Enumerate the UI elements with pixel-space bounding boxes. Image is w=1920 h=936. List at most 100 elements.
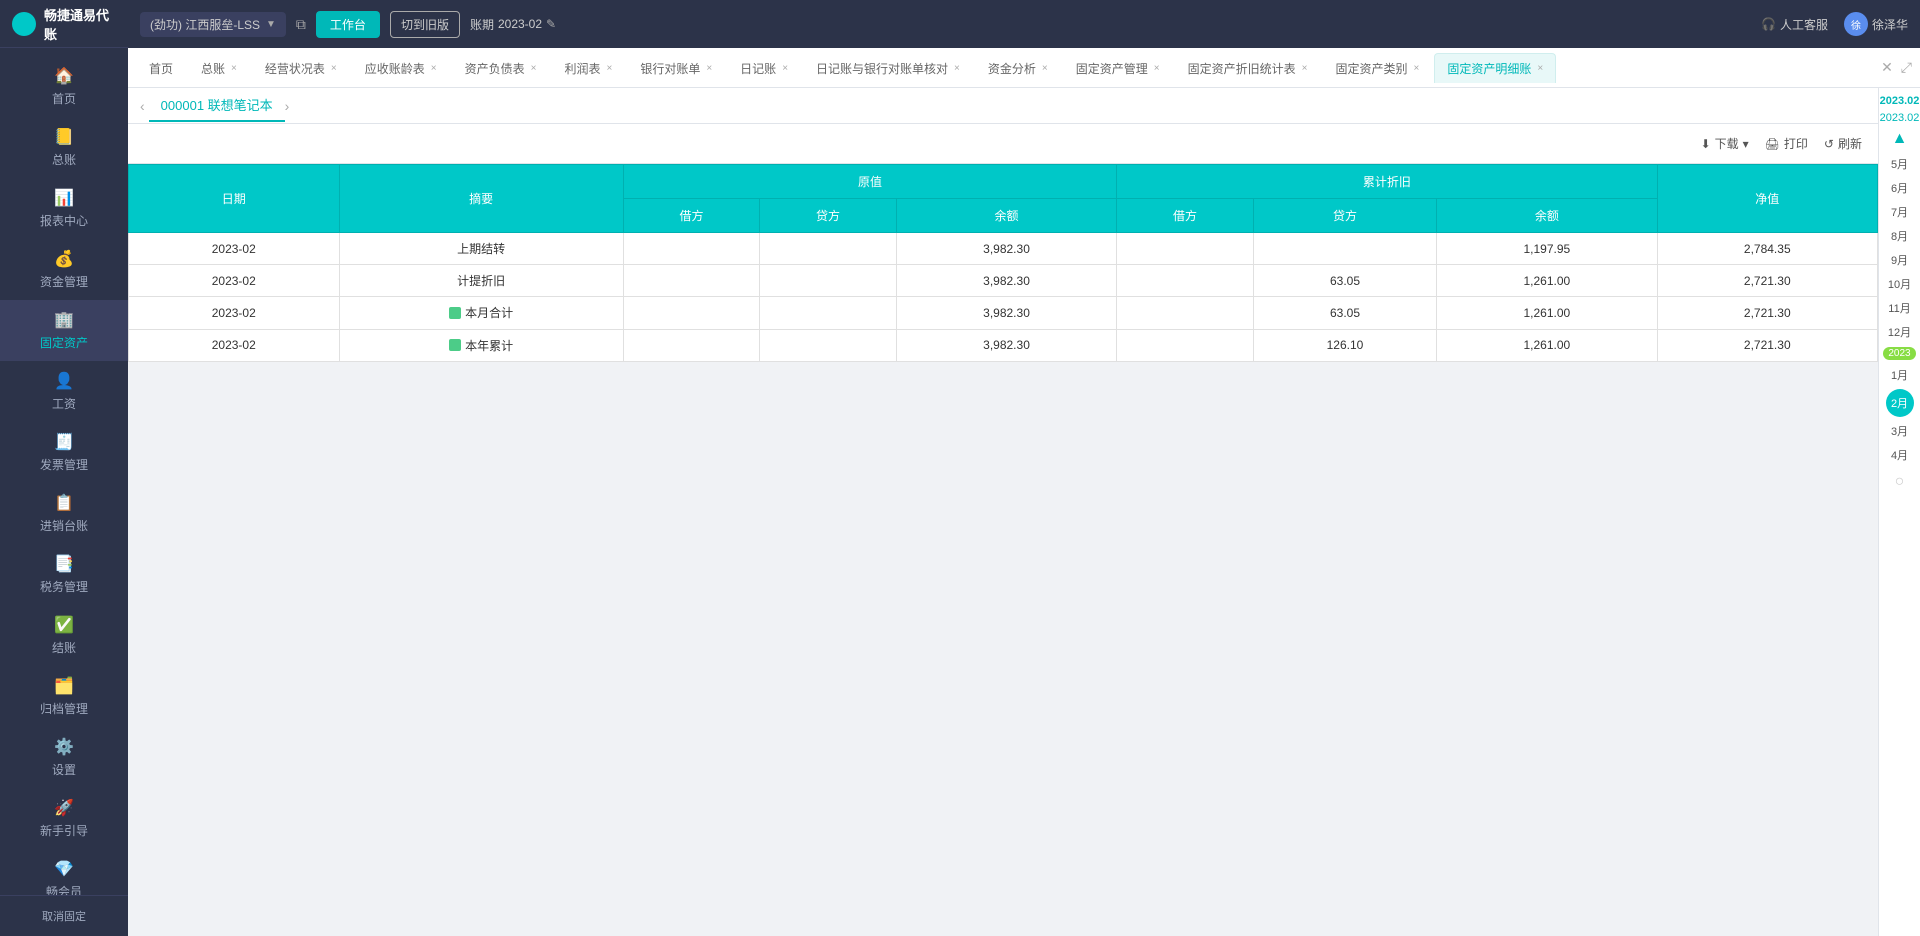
tab-ledger[interactable]: 总账 × [188,53,250,83]
data-table: 日期 摘要 原值 累计折旧 净值 借方 贷方 余额 借方 贷方 余额 [128,164,1878,362]
cell-net-value: 2,721.30 [1657,329,1877,362]
month-12[interactable]: 12月 [1884,320,1915,344]
year-tag-2023[interactable]: 2023 [1883,347,1915,360]
sidebar-item-label: 首页 [52,90,76,107]
sidebar-item-sales[interactable]: 📋 进销台账 [0,483,128,544]
cell-date: 2023-02 [129,265,340,297]
tab-ledger-close[interactable]: × [231,63,237,74]
sidebar-item-home[interactable]: 🏠 首页 [0,56,128,117]
tab-fixed-mgmt-close[interactable]: × [1154,63,1160,74]
sidebar-item-fixed-assets[interactable]: 🏢 固定资产 [0,300,128,361]
tab-operation-close[interactable]: × [331,63,337,74]
tab-fixed-depreciation[interactable]: 固定资产折旧统计表 × [1175,53,1321,83]
sidebar-item-archive[interactable]: 🗂️ 归档管理 [0,666,128,727]
service-button[interactable]: 🎧 人工客服 [1761,16,1828,33]
print-button[interactable]: 🖨 打印 [1765,135,1808,152]
tab-fixed-category-label: 固定资产类别 [1335,60,1407,77]
company-selector[interactable]: (劲功) 江西服垒-LSS ▼ [140,12,286,37]
up-arrow[interactable]: ▲ [1888,126,1912,152]
tab-fixed-mgmt[interactable]: 固定资产管理 × [1063,53,1173,83]
copy-icon[interactable]: ⧉ [296,16,306,33]
tab-fixed-category[interactable]: 固定资产类别 × [1322,53,1432,83]
tab-bank-statement-label: 银行对账单 [640,60,700,77]
tab-bank-statement[interactable]: 银行对账单 × [627,53,725,83]
tab-operation[interactable]: 经营状况表 × [252,53,350,83]
month-2-current[interactable]: 2月 [1886,389,1914,417]
tab-reconcile-close[interactable]: × [954,63,960,74]
sub-tab-asset[interactable]: 000001 联想笔记本 [149,89,285,122]
month-7[interactable]: 7月 [1887,200,1912,224]
sidebar-item-label: 工资 [52,395,76,412]
sidebar-item-finance[interactable]: 💰 资金管理 [0,239,128,300]
month-8[interactable]: 8月 [1887,224,1912,248]
scroll-down-button[interactable]: ○ [1889,467,1911,497]
tab-journal-label: 日记账 [740,60,776,77]
tab-fund-analysis[interactable]: 资金分析 × [975,53,1061,83]
sidebar-item-label: 归档管理 [40,700,88,717]
download-label: 下载 [1715,135,1739,152]
sidebar-item-settings[interactable]: ⚙️ 设置 [0,727,128,788]
tab-bank-close[interactable]: × [706,63,712,74]
tab-receivable-label: 应收账龄表 [365,60,425,77]
sub-tab-next[interactable]: › [285,98,290,114]
year-label-top[interactable]: 2023.02 [1880,92,1920,110]
sub-tabbar: ‹ 000001 联想笔记本 › [128,88,1878,124]
cell-desc: 上期结转 [339,233,623,265]
table-row: 2023-02 本年累计 3,982.30 126.10 1,261.00 2,… [129,329,1878,362]
tab-profit[interactable]: 利润表 × [551,53,625,83]
refresh-label: 刷新 [1838,135,1862,152]
tab-balance-close[interactable]: × [531,63,537,74]
tab-fixed-detail[interactable]: 固定资产明细账 × [1434,53,1556,83]
tab-ledger-label: 总账 [201,60,225,77]
month-3[interactable]: 3月 [1887,419,1912,443]
month-10[interactable]: 10月 [1884,272,1915,296]
workbench-button[interactable]: 工作台 [316,11,380,38]
tab-receivable[interactable]: 应收账龄表 × [352,53,450,83]
sidebar-item-closing[interactable]: ✅ 结账 [0,605,128,666]
tab-fixed-dep-close[interactable]: × [1302,63,1308,74]
period-edit-icon[interactable]: ✎ [546,17,556,31]
tab-receivable-close[interactable]: × [431,63,437,74]
tab-home-label: 首页 [149,60,173,77]
toolbar: ⬇ 下载 ▾ 🖨 打印 ↺ 刷新 [128,124,1878,164]
month-6[interactable]: 6月 [1887,176,1912,200]
month-4[interactable]: 4月 [1887,443,1912,467]
tab-journal[interactable]: 日记账 × [727,53,801,83]
period-value: 2023-02 [498,17,542,31]
home-icon: 🏠 [54,66,74,86]
cell-net-value: 2,721.30 [1657,265,1877,297]
sidebar-item-reports[interactable]: 📊 报表中心 [0,178,128,239]
tab-reconcile[interactable]: 日记账与银行对账单核对 × [803,53,973,83]
tab-fund-label: 资金分析 [988,60,1036,77]
user-menu[interactable]: 徐 徐泽华 [1844,12,1908,36]
refresh-button[interactable]: ↺ 刷新 [1824,135,1862,152]
tab-fund-close[interactable]: × [1042,63,1048,74]
download-button[interactable]: ⬇ 下载 ▾ [1701,135,1749,152]
tab-journal-close[interactable]: × [782,63,788,74]
tab-profit-close[interactable]: × [606,63,612,74]
tab-balance-sheet[interactable]: 资产负债表 × [452,53,550,83]
tab-home[interactable]: 首页 [136,53,186,83]
tab-fixed-cat-close[interactable]: × [1413,63,1419,74]
close-all-button[interactable]: ✕ [1881,59,1893,76]
switch-version-button[interactable]: 切到旧版 [390,11,460,38]
tab-profit-label: 利润表 [564,60,600,77]
sidebar-item-salary[interactable]: 👤 工资 [0,361,128,422]
month-9[interactable]: 9月 [1887,248,1912,272]
sidebar-item-invoice[interactable]: 🧾 发票管理 [0,422,128,483]
maximize-button[interactable]: ⤢ [1901,59,1912,76]
sidebar-footer-unpin[interactable]: 取消固定 [0,895,128,936]
sidebar-item-guide[interactable]: 🚀 新手引导 [0,788,128,849]
cell-acc-balance: 1,261.00 [1437,297,1657,330]
sidebar-item-tax[interactable]: 📑 税务管理 [0,544,128,605]
tab-fixed-detail-close[interactable]: × [1537,63,1543,74]
sidebar-item-ledger[interactable]: 📒 总账 [0,117,128,178]
year-label-top2[interactable]: 2023.02 [1880,110,1920,126]
sidebar-item-member[interactable]: 💎 畅会员 [0,849,128,895]
month-5[interactable]: 5月 [1887,152,1912,176]
sub-tab-prev[interactable]: ‹ [140,98,145,114]
service-label: 人工客服 [1780,16,1828,33]
month-11[interactable]: 11月 [1884,296,1914,320]
month-1[interactable]: 1月 [1887,363,1912,387]
cell-desc: 计提折旧 [339,265,623,297]
